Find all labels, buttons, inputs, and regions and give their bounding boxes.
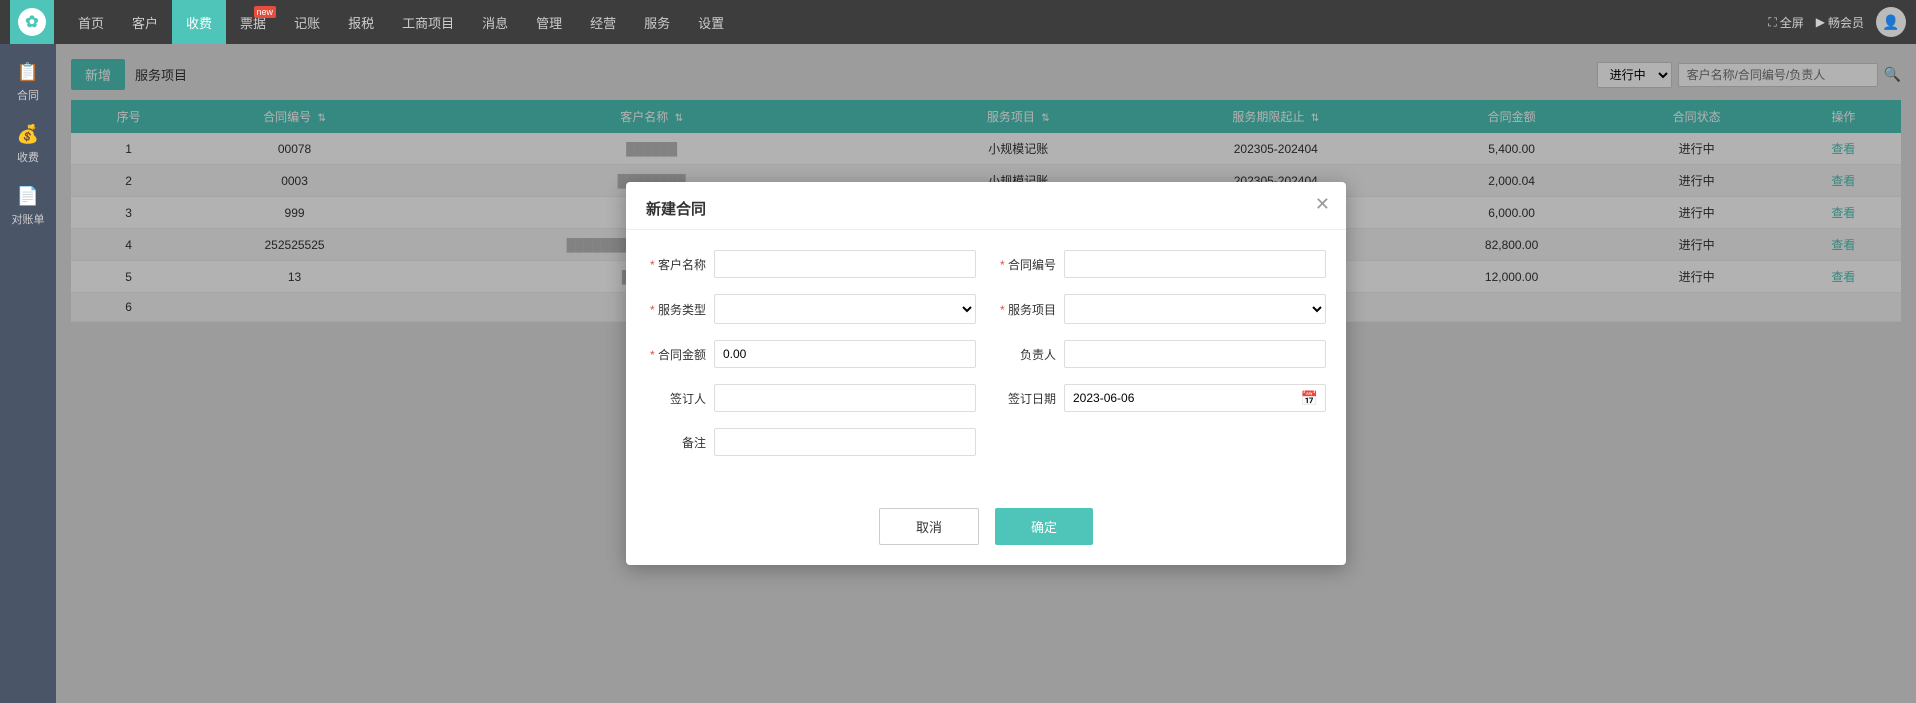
confirm-button[interactable]: 确定: [995, 508, 1093, 545]
form-row-4: 签订人 签订日期 📅: [646, 384, 1326, 412]
form-group-sign-date: 签订日期 📅: [996, 384, 1326, 412]
nav-item-fees[interactable]: 收费: [172, 0, 226, 44]
content-area: 新增 服务项目 进行中 已完成 已终止 🔍 序号 合同编号 ⇅ 客户名称 ⇅ 服…: [56, 44, 1916, 703]
signer-input[interactable]: [714, 384, 976, 412]
service-type-select[interactable]: [714, 294, 976, 324]
modal-title: 新建合同: [626, 182, 1346, 230]
customer-name-input[interactable]: [714, 250, 976, 278]
service-item-label: 服务项目: [996, 301, 1056, 318]
form-group-placeholder: [996, 428, 1326, 456]
nav-item-business[interactable]: 工商项目: [388, 0, 468, 44]
nav-item-settings[interactable]: 设置: [684, 0, 738, 44]
contract-icon: 📋: [17, 62, 39, 83]
form-group-customer: 客户名称: [646, 250, 976, 278]
cancel-button[interactable]: 取消: [879, 508, 979, 545]
modal-overlay[interactable]: 新建合同 ✕ 客户名称 合同编号: [56, 44, 1916, 703]
form-group-responsible: 负责人: [996, 340, 1326, 368]
modal-footer: 取消 确定: [626, 492, 1346, 565]
contract-no-label: 合同编号: [996, 256, 1056, 273]
avatar[interactable]: 👤: [1876, 7, 1906, 37]
sidebar: 📋 合同 💰 收费 📄 对账单: [0, 44, 56, 703]
sidebar-item-reconciliation[interactable]: 📄 对账单: [3, 178, 53, 235]
service-type-label: 服务类型: [646, 301, 706, 318]
contract-no-input[interactable]: [1064, 250, 1326, 278]
form-group-contract-no: 合同编号: [996, 250, 1326, 278]
modal-body: 客户名称 合同编号 服务类型: [626, 230, 1346, 492]
responsible-label: 负责人: [996, 346, 1056, 363]
new-badge: new: [254, 6, 277, 18]
service-item-select[interactable]: [1064, 294, 1326, 324]
reconciliation-icon: 📄: [17, 186, 39, 207]
nav-item-services[interactable]: 服务: [630, 0, 684, 44]
nav-item-operations[interactable]: 经营: [576, 0, 630, 44]
play-icon: ▶: [1816, 15, 1825, 29]
nav-item-bills[interactable]: 票据 new: [226, 0, 280, 44]
form-group-service-item: 服务项目: [996, 294, 1326, 324]
fullscreen-button[interactable]: ⛶ 全屏: [1768, 14, 1803, 31]
form-row-1: 客户名称 合同编号: [646, 250, 1326, 278]
contract-amount-label: 合同金额: [646, 346, 706, 363]
form-group-signer: 签订人: [646, 384, 976, 412]
form-group-service-type: 服务类型: [646, 294, 976, 324]
member-button[interactable]: ▶ 畅会员: [1816, 14, 1864, 31]
logo-icon: ✿: [18, 8, 46, 36]
logo: ✿: [10, 0, 54, 44]
fullscreen-icon: ⛶: [1768, 15, 1776, 30]
sidebar-item-fees[interactable]: 💰 收费: [3, 116, 53, 173]
calendar-icon[interactable]: 📅: [1301, 390, 1318, 407]
sign-date-label: 签订日期: [996, 390, 1056, 407]
modal-close-button[interactable]: ✕: [1315, 194, 1330, 215]
nav-item-tax[interactable]: 报税: [334, 0, 388, 44]
sidebar-item-contract[interactable]: 📋 合同: [3, 54, 53, 111]
main-layout: 📋 合同 💰 收费 📄 对账单 新增 服务项目 进行中 已完成 已终止 �: [0, 44, 1916, 703]
nav-item-home[interactable]: 首页: [64, 0, 118, 44]
signer-label: 签订人: [646, 390, 706, 407]
remark-label: 备注: [646, 434, 706, 451]
form-group-remark: 备注: [646, 428, 976, 456]
form-group-amount: 合同金额: [646, 340, 976, 368]
responsible-input[interactable]: [1064, 340, 1326, 368]
contract-amount-input[interactable]: [714, 340, 976, 368]
nav-right: ⛶ 全屏 ▶ 畅会员 👤: [1768, 7, 1906, 37]
fees-icon: 💰: [17, 124, 39, 145]
form-row-2: 服务类型 服务项目: [646, 294, 1326, 324]
form-row-3: 合同金额 负责人: [646, 340, 1326, 368]
sign-date-input[interactable]: [1064, 384, 1326, 412]
modal-create-contract: 新建合同 ✕ 客户名称 合同编号: [626, 182, 1346, 565]
nav-item-manage[interactable]: 管理: [522, 0, 576, 44]
nav-item-messages[interactable]: 消息: [468, 0, 522, 44]
sign-date-wrapper: 📅: [1064, 384, 1326, 412]
nav-item-bookkeeping[interactable]: 记账: [280, 0, 334, 44]
remark-input[interactable]: [714, 428, 976, 456]
customer-name-label: 客户名称: [646, 256, 706, 273]
nav-item-customer[interactable]: 客户: [118, 0, 172, 44]
top-nav: ✿ 首页 客户 收费 票据 new 记账 报税 工商项目 消息 管理 经营 服务…: [0, 0, 1916, 44]
form-row-5: 备注: [646, 428, 1326, 456]
